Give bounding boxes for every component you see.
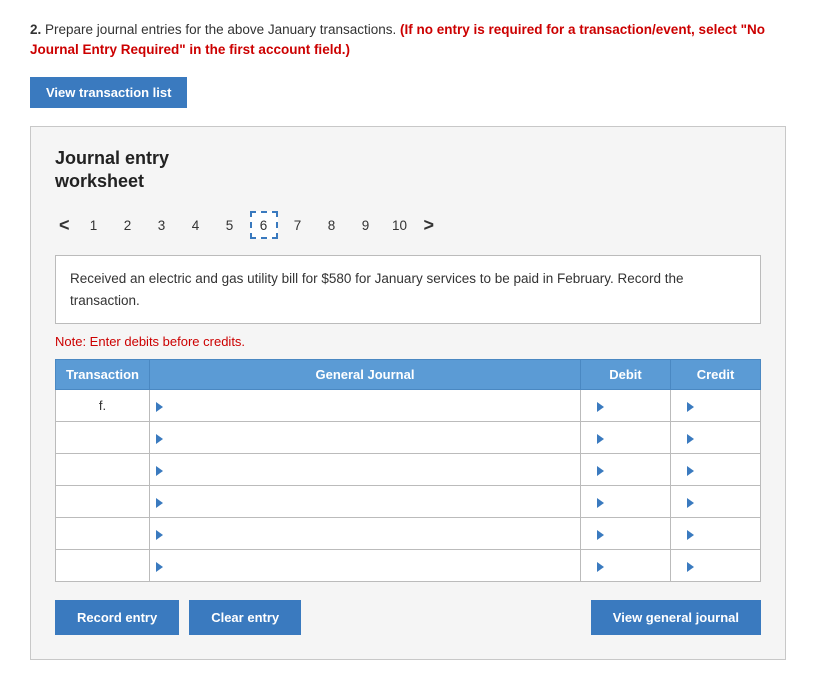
col-header-general-journal: General Journal: [149, 360, 580, 390]
triangle-icon-4: [156, 498, 163, 508]
debit-input-5[interactable]: [610, 526, 664, 541]
view-transaction-button[interactable]: View transaction list: [30, 77, 187, 108]
triangle-icon-credit-5: [687, 530, 694, 540]
triangle-icon-5: [156, 530, 163, 540]
triangle-icon-3: [156, 466, 163, 476]
col-header-transaction: Transaction: [56, 360, 150, 390]
debit-cell-6[interactable]: [581, 550, 671, 582]
debit-cell-2[interactable]: [581, 422, 671, 454]
table-row: [56, 454, 761, 486]
debit-input-1[interactable]: [610, 398, 664, 413]
description-text: Received an electric and gas utility bil…: [70, 271, 684, 308]
table-row: [56, 486, 761, 518]
triangle-icon-credit-6: [687, 562, 694, 572]
transaction-cell-3: [56, 454, 150, 486]
clear-entry-button[interactable]: Clear entry: [189, 600, 301, 635]
credit-cell-3[interactable]: [671, 454, 761, 486]
credit-input-5[interactable]: [700, 526, 754, 541]
next-page-button[interactable]: >: [420, 215, 439, 236]
col-header-debit: Debit: [581, 360, 671, 390]
credit-cell-6[interactable]: [671, 550, 761, 582]
triangle-icon-credit-4: [687, 498, 694, 508]
transaction-cell-6: [56, 550, 150, 582]
table-row: f.: [56, 390, 761, 422]
page-3[interactable]: 3: [148, 211, 176, 239]
triangle-icon-debit-4: [597, 498, 604, 508]
worksheet-title: Journal entry worksheet: [55, 147, 761, 194]
triangle-icon-debit-3: [597, 466, 604, 476]
page-9[interactable]: 9: [352, 211, 380, 239]
debit-cell-1[interactable]: [581, 390, 671, 422]
col-header-credit: Credit: [671, 360, 761, 390]
note-text: Note: Enter debits before credits.: [55, 334, 761, 349]
triangle-icon-debit-1: [597, 402, 604, 412]
general-journal-input-1[interactable]: [169, 398, 503, 413]
debit-input-2[interactable]: [610, 430, 664, 445]
page-6[interactable]: 6: [250, 211, 278, 239]
general-journal-input-2[interactable]: [169, 430, 503, 445]
actions-row: Record entry Clear entry View general jo…: [55, 600, 761, 635]
page-10[interactable]: 10: [386, 211, 414, 239]
triangle-icon-debit-2: [597, 434, 604, 444]
general-journal-input-5[interactable]: [169, 526, 503, 541]
general-journal-cell-3[interactable]: [149, 454, 580, 486]
prev-page-button[interactable]: <: [55, 215, 74, 236]
record-entry-button[interactable]: Record entry: [55, 600, 179, 635]
general-journal-cell-2[interactable]: [149, 422, 580, 454]
general-journal-input-6[interactable]: [169, 558, 503, 573]
credit-input-4[interactable]: [700, 494, 754, 509]
general-journal-input-4[interactable]: [169, 494, 503, 509]
page-8[interactable]: 8: [318, 211, 346, 239]
credit-input-6[interactable]: [700, 558, 754, 573]
triangle-icon-credit-3: [687, 466, 694, 476]
instruction-number: 2.: [30, 22, 41, 37]
pagination: < 1 2 3 4 5 6 7 8 9 10 >: [55, 211, 761, 239]
general-journal-cell-1[interactable]: [149, 390, 580, 422]
credit-cell-4[interactable]: [671, 486, 761, 518]
debit-input-6[interactable]: [610, 558, 664, 573]
description-box: Received an electric and gas utility bil…: [55, 255, 761, 324]
general-journal-input-3[interactable]: [169, 462, 503, 477]
triangle-icon-2: [156, 434, 163, 444]
instruction-normal: Prepare journal entries for the above Ja…: [45, 22, 396, 37]
page-5[interactable]: 5: [216, 211, 244, 239]
worksheet-container: Journal entry worksheet < 1 2 3 4 5 6 7 …: [30, 126, 786, 661]
page-1[interactable]: 1: [80, 211, 108, 239]
triangle-icon-debit-5: [597, 530, 604, 540]
credit-cell-5[interactable]: [671, 518, 761, 550]
triangle-icon-6: [156, 562, 163, 572]
general-journal-cell-6[interactable]: [149, 550, 580, 582]
debit-input-4[interactable]: [610, 494, 664, 509]
debit-cell-5[interactable]: [581, 518, 671, 550]
credit-input-3[interactable]: [700, 462, 754, 477]
credit-cell-2[interactable]: [671, 422, 761, 454]
debit-cell-3[interactable]: [581, 454, 671, 486]
table-row: [56, 550, 761, 582]
triangle-icon-credit-1: [687, 402, 694, 412]
view-general-journal-button[interactable]: View general journal: [591, 600, 761, 635]
credit-cell-1[interactable]: [671, 390, 761, 422]
transaction-cell-4: [56, 486, 150, 518]
general-journal-cell-4[interactable]: [149, 486, 580, 518]
triangle-icon-debit-6: [597, 562, 604, 572]
instruction-text: 2. Prepare journal entries for the above…: [30, 20, 786, 61]
triangle-icon-1: [156, 402, 163, 412]
journal-table: Transaction General Journal Debit Credit…: [55, 359, 761, 582]
triangle-icon-credit-2: [687, 434, 694, 444]
credit-input-2[interactable]: [700, 430, 754, 445]
credit-input-1[interactable]: [700, 398, 754, 413]
general-journal-cell-5[interactable]: [149, 518, 580, 550]
debit-cell-4[interactable]: [581, 486, 671, 518]
transaction-cell-2: [56, 422, 150, 454]
table-row: [56, 518, 761, 550]
page-2[interactable]: 2: [114, 211, 142, 239]
page-7[interactable]: 7: [284, 211, 312, 239]
table-row: [56, 422, 761, 454]
debit-input-3[interactable]: [610, 462, 664, 477]
transaction-cell-5: [56, 518, 150, 550]
transaction-cell-1: f.: [56, 390, 150, 422]
page-4[interactable]: 4: [182, 211, 210, 239]
